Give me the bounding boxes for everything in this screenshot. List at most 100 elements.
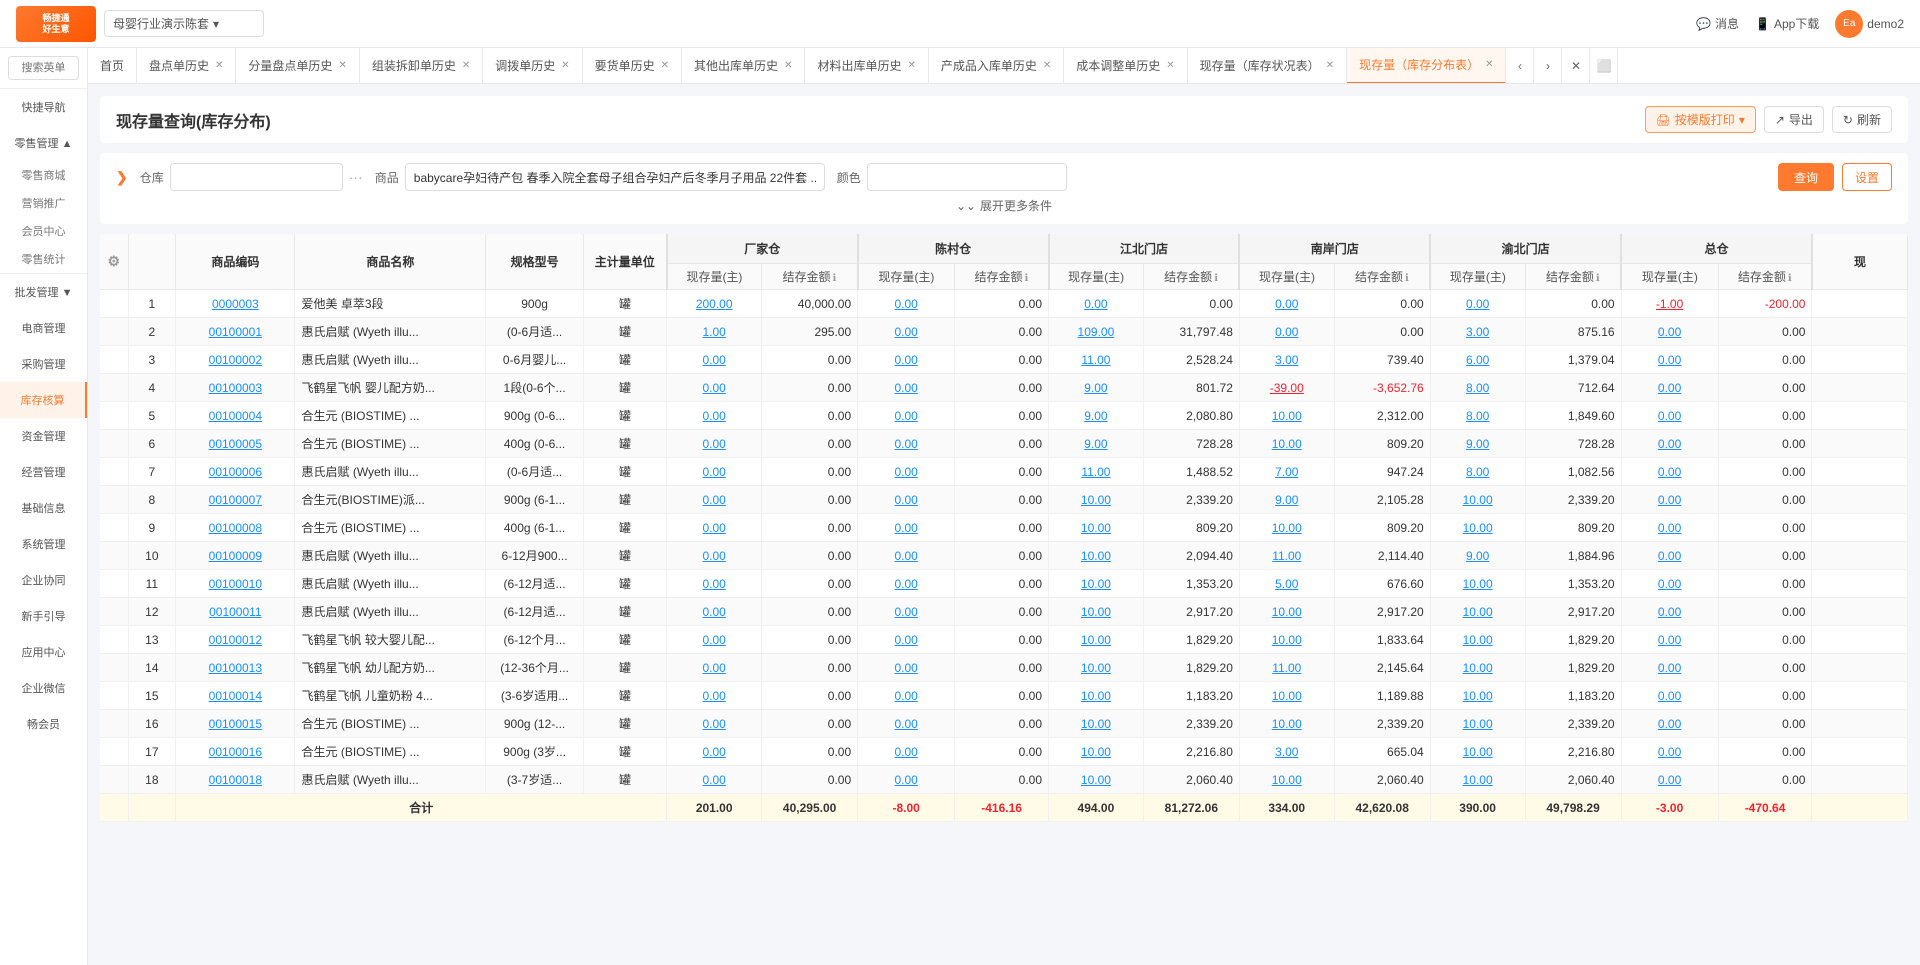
sidebar-item-corp[interactable]: 企业协同: [0, 562, 87, 598]
info-icon[interactable]: ℹ: [1024, 273, 1028, 284]
factory-amount-header: 结存金额ℹ: [762, 264, 858, 290]
message-btn[interactable]: 💬 消息: [1696, 15, 1739, 32]
tab-close-assemble[interactable]: ✕: [462, 60, 470, 71]
info-icon[interactable]: ℹ: [1788, 273, 1792, 284]
tab-product-in[interactable]: 产成品入库单历史 ✕: [929, 48, 1064, 84]
tab-nav-close[interactable]: ✕: [1562, 48, 1590, 84]
sidebar-sub-marketing[interactable]: 营销推广: [0, 189, 87, 217]
avatar: Ea: [1835, 10, 1863, 38]
tab-nav-prev[interactable]: ‹: [1506, 48, 1534, 84]
sidebar-item-inventory[interactable]: 库存核算: [0, 382, 87, 418]
collapse-arrow[interactable]: ❯: [116, 169, 128, 186]
factory-qty-header: 现存量(主): [667, 264, 762, 290]
refresh-btn[interactable]: ↻ 刷新: [1832, 106, 1892, 133]
tab-close-stock-dist[interactable]: ✕: [1485, 59, 1493, 70]
search-btn[interactable]: 查询: [1778, 163, 1834, 191]
product-input[interactable]: [405, 163, 825, 191]
tab-material-out[interactable]: 材料出库单历史 ✕: [805, 48, 928, 84]
app-download-btn[interactable]: 📱 App下载: [1755, 15, 1819, 32]
tab-close-current-stock[interactable]: ✕: [1326, 60, 1334, 71]
sidebar-item-purchase[interactable]: 采购管理: [0, 346, 87, 382]
info-icon[interactable]: ℹ: [1405, 273, 1409, 284]
tab-close-transfer[interactable]: ✕: [561, 60, 569, 71]
total-amount-header: 结存金额ℹ: [1718, 264, 1812, 290]
info-icon[interactable]: ℹ: [1596, 273, 1600, 284]
yubei-store-header: 渝北门店: [1430, 234, 1621, 264]
tab-close-product-in[interactable]: ✕: [1043, 60, 1051, 71]
tab-cost-adjust[interactable]: 成本调整单历史 ✕: [1064, 48, 1187, 84]
sidebar-item-wholesale[interactable]: 批发管理 ▼: [0, 274, 87, 310]
color-input[interactable]: [867, 163, 1067, 191]
tab-current-stock[interactable]: 现存量（库存状况表） ✕: [1188, 48, 1347, 84]
nanan-qty-header: 现存量(主): [1239, 264, 1334, 290]
sidebar-item-basic[interactable]: 基础信息: [0, 490, 87, 526]
no-col-header: [128, 234, 176, 290]
tab-assemble[interactable]: 组装拆卸单历史 ✕: [360, 48, 483, 84]
sidebar-sub-retail-shop[interactable]: 零售商城: [0, 161, 87, 189]
sidebar-item-app-center[interactable]: 应用中心: [0, 634, 87, 670]
gear-icon[interactable]: ⚙: [107, 253, 120, 269]
sidebar-sub-member[interactable]: 会员中心: [0, 217, 87, 245]
sidebar-item-finance[interactable]: 资金管理: [0, 418, 87, 454]
tab-close-other-out[interactable]: ✕: [784, 60, 792, 71]
sidebar-item-member2[interactable]: 畅会员: [0, 706, 87, 742]
warehouse-more-btn[interactable]: ···: [349, 169, 363, 185]
tab-close-cost-adjust[interactable]: ✕: [1166, 60, 1174, 71]
tab-inventory-count[interactable]: 盘点单历史 ✕: [137, 48, 236, 84]
top-bar-right: 💬 消息 📱 App下载 Ea demo2: [1696, 10, 1904, 38]
info-icon[interactable]: ℹ: [832, 273, 836, 284]
tab-close-inventory-count[interactable]: ✕: [215, 60, 223, 71]
tab-stock-dist[interactable]: 现存量（库存分布表） ✕: [1347, 48, 1506, 84]
tab-nav-expand[interactable]: ⬜: [1590, 48, 1618, 84]
export-btn[interactable]: ↗ 导出: [1764, 106, 1824, 133]
expand-more-btn[interactable]: ⌄⌄ 展开更多条件: [116, 197, 1892, 214]
table-row: 900100008合生元 (BIOSTIME) ...400g (6-1...罐…: [100, 514, 1908, 542]
warehouse-input[interactable]: [170, 163, 343, 191]
sidebar-item-operation[interactable]: 经营管理: [0, 454, 87, 490]
tab-requisition[interactable]: 要货单历史 ✕: [583, 48, 682, 84]
chevron-down-icon: ⌄⌄: [956, 199, 976, 213]
yubei-qty-header: 现存量(主): [1430, 264, 1525, 290]
sidebar-sub-retail-stats[interactable]: 零售统计: [0, 245, 87, 273]
sidebar-item-quick-nav[interactable]: 快捷导航: [0, 89, 87, 125]
download-icon: 📱: [1755, 17, 1770, 31]
user-area[interactable]: Ea demo2: [1835, 10, 1904, 38]
name-col-header: 商品名称: [295, 234, 486, 290]
info-icon[interactable]: ℹ: [1214, 273, 1218, 284]
tab-close-partial-count[interactable]: ✕: [338, 60, 346, 71]
sidebar-item-system[interactable]: 系统管理: [0, 526, 87, 562]
table-row: 10000003爱他美 卓萃3段900g罐200.0040,000.000.00…: [100, 290, 1908, 318]
settings-btn[interactable]: 设置: [1842, 163, 1892, 191]
table-row: 1300100012飞鹤星飞帆 较大婴儿配...(6-12个月...罐0.000…: [100, 626, 1908, 654]
data-table: ⚙ 商品编码 商品名称 规格型号 主计量单位 厂家仓 陈村仓 江北门店 南岸门店: [100, 234, 1908, 822]
industry-select[interactable]: 母婴行业演示陈套 ▾: [104, 10, 264, 37]
table-row: 800100007合生元(BIOSTIME)派...900g (6-1...罐0…: [100, 486, 1908, 514]
nanan-store-header: 南岸门店: [1239, 234, 1430, 264]
tab-home[interactable]: 首页: [88, 48, 137, 84]
sidebar-group-retail: 零售管理 ▲ 零售商城 营销推广 会员中心 零售统计: [0, 125, 87, 274]
tab-other-out[interactable]: 其他出库单历史 ✕: [682, 48, 805, 84]
filter-warehouse: 仓库 ···: [140, 163, 363, 191]
table-row: 200100001惠氏启赋 (Wyeth illu...(0-6月适...罐1.…: [100, 318, 1908, 346]
tab-nav-next[interactable]: ›: [1534, 48, 1562, 84]
print-btn[interactable]: 🖨 按模版打印 ▾: [1645, 106, 1756, 133]
page-title: 现存量查询(库存分布): [116, 108, 271, 132]
total-qty-header: 现存量(主): [1621, 264, 1718, 290]
sidebar-item-guide[interactable]: 新手引导: [0, 598, 87, 634]
tab-partial-count[interactable]: 分量盘点单历史 ✕: [236, 48, 359, 84]
table-row: 600100005合生元 (BIOSTIME) ...400g (0-6...罐…: [100, 430, 1908, 458]
search-input[interactable]: [8, 56, 79, 80]
gear-col-header: ⚙: [100, 234, 128, 290]
message-icon: 💬: [1696, 17, 1711, 31]
page-content: 现存量查询(库存分布) 🖨 按模版打印 ▾ ↗ 导出 ↻ 刷新: [88, 84, 1920, 965]
table-row: 1000100009惠氏启赋 (Wyeth illu...6-12月900...…: [100, 542, 1908, 570]
total-warehouse-header: 总仓: [1621, 234, 1812, 264]
summary-row: 合计201.0040,295.00-8.00-416.16494.0081,27…: [100, 794, 1908, 822]
tab-close-material-out[interactable]: ✕: [907, 60, 915, 71]
tab-close-requisition[interactable]: ✕: [661, 60, 669, 71]
tab-transfer[interactable]: 调拨单历史 ✕: [483, 48, 582, 84]
sidebar-item-corp-wechat[interactable]: 企业微信: [0, 670, 87, 706]
sidebar-item-retail-manage[interactable]: 零售管理 ▲: [0, 125, 87, 161]
table-wrapper[interactable]: ⚙ 商品编码 商品名称 规格型号 主计量单位 厂家仓 陈村仓 江北门店 南岸门店: [100, 234, 1908, 822]
sidebar-item-ecommerce[interactable]: 电商管理: [0, 310, 87, 346]
